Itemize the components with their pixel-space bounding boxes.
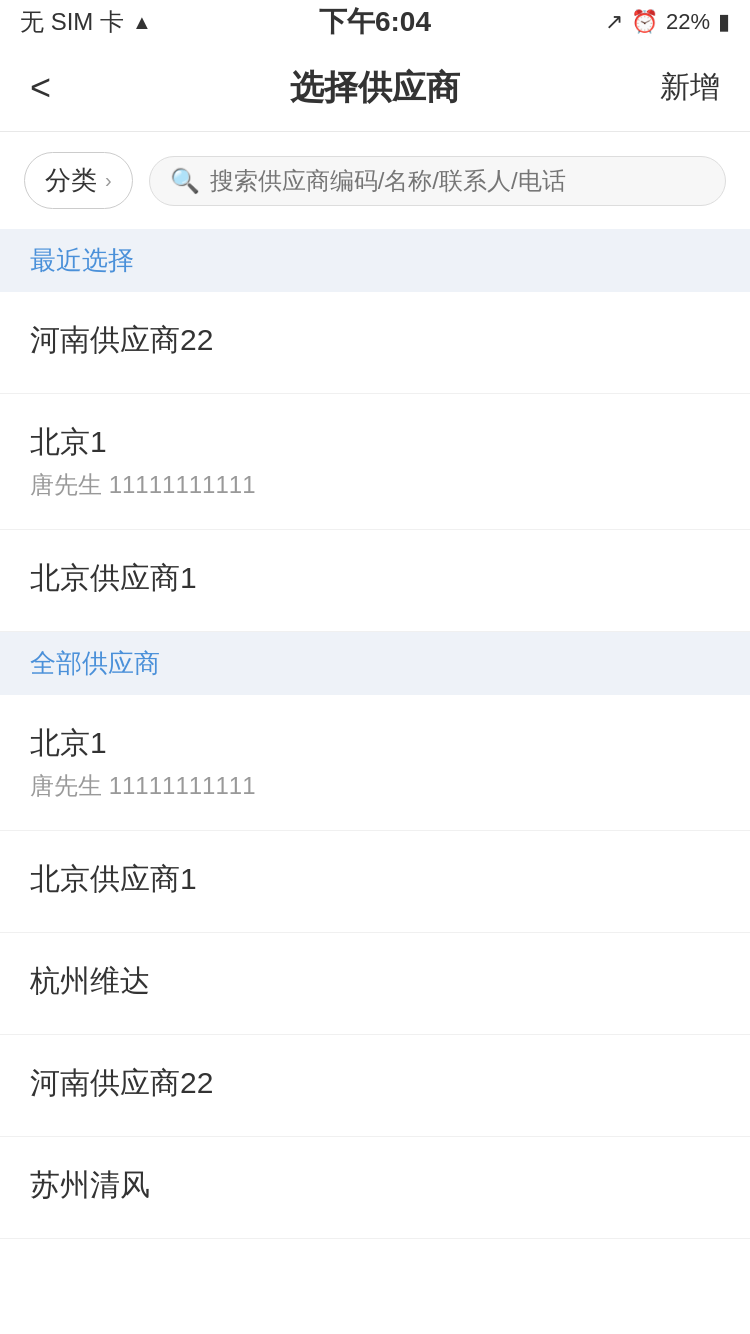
status-time: 下午6:04 <box>319 3 431 41</box>
item-name: 河南供应商22 <box>30 1063 720 1104</box>
item-name: 河南供应商22 <box>30 320 720 361</box>
alarm-icon: ⏰ <box>631 9 658 35</box>
list-item[interactable]: 河南供应商22 <box>0 1035 750 1137</box>
all-list: 北京1 唐先生 11111111111 北京供应商1 杭州维达河南供应商22 苏州清风 <box>0 695 750 1239</box>
location-icon: ↗ <box>605 9 623 35</box>
chevron-right-icon: › <box>105 169 112 192</box>
battery-icon: ▮ <box>718 9 730 35</box>
nav-bar: < 选择供应商 新增 <box>0 44 750 132</box>
filter-bar: 分类 › 🔍 <box>0 132 750 229</box>
list-item[interactable]: 北京1 唐先生 11111111111 <box>0 394 750 530</box>
list-item[interactable]: 北京1 唐先生 11111111111 <box>0 695 750 831</box>
item-name: 杭州维达 <box>30 961 720 1002</box>
no-sim-label: 无 SIM 卡 <box>20 6 124 38</box>
list-item[interactable]: 苏州清风 <box>0 1137 750 1239</box>
list-item[interactable]: 北京供应商1 <box>0 530 750 632</box>
recent-list: 河南供应商22 北京1 唐先生 11111111111 北京供应商1 <box>0 292 750 632</box>
item-name: 苏州清风 <box>30 1165 720 1206</box>
item-sub: 唐先生 11111111111 <box>30 469 720 501</box>
item-sub: 唐先生 11111111111 <box>30 770 720 802</box>
back-button[interactable]: < <box>30 67 90 109</box>
wifi-icon: ▲ <box>132 11 152 34</box>
search-icon: 🔍 <box>170 167 200 195</box>
recent-section-header: 最近选择 <box>0 229 750 292</box>
page-title: 选择供应商 <box>290 65 460 111</box>
item-name: 北京供应商1 <box>30 558 720 599</box>
item-name: 北京1 <box>30 723 720 764</box>
search-input[interactable] <box>210 167 705 195</box>
item-name: 北京1 <box>30 422 720 463</box>
status-bar: 无 SIM 卡 ▲ 下午6:04 ↗ ⏰ 22% ▮ <box>0 0 750 44</box>
list-item[interactable]: 杭州维达 <box>0 933 750 1035</box>
list-item[interactable]: 北京供应商1 <box>0 831 750 933</box>
status-right: ↗ ⏰ 22% ▮ <box>605 9 730 35</box>
all-section-header: 全部供应商 <box>0 632 750 695</box>
battery-label: 22% <box>666 9 710 35</box>
status-left: 无 SIM 卡 ▲ <box>20 6 152 38</box>
list-item[interactable]: 河南供应商22 <box>0 292 750 394</box>
item-name: 北京供应商1 <box>30 859 720 900</box>
search-box[interactable]: 🔍 <box>149 156 726 206</box>
category-button[interactable]: 分类 › <box>24 152 133 209</box>
category-label: 分类 <box>45 163 97 198</box>
add-button[interactable]: 新增 <box>660 67 720 108</box>
